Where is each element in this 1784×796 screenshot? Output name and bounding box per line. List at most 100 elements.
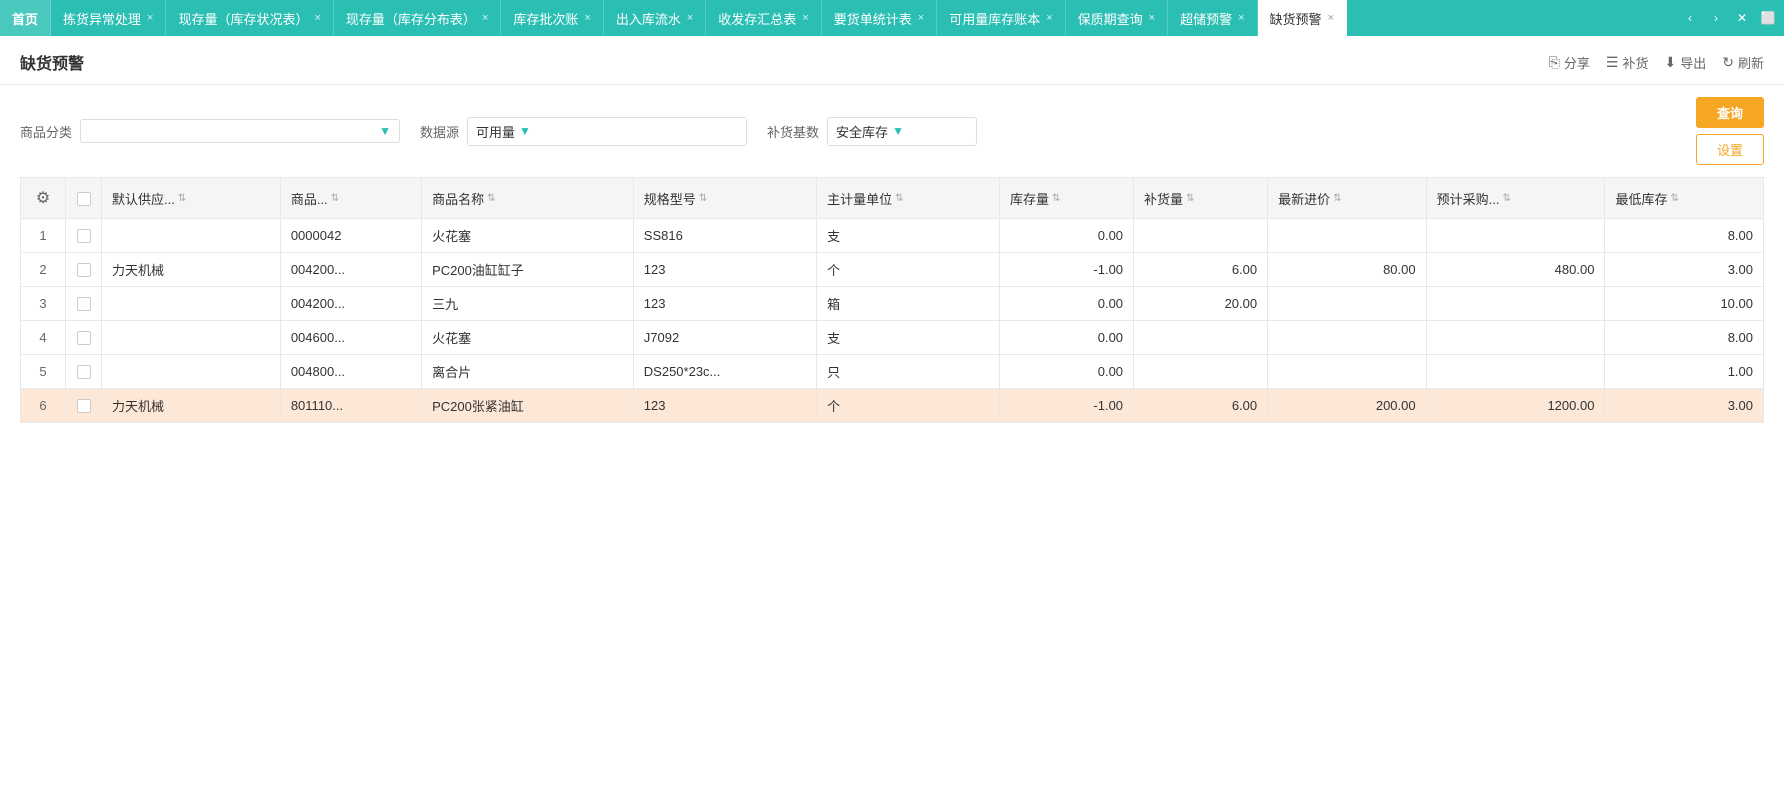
row-checkbox-4[interactable] (77, 365, 91, 379)
row-replenish-3 (1134, 321, 1268, 355)
tab-shortage-warning[interactable]: 缺货预警 × (1258, 0, 1347, 36)
tab-home[interactable]: 首页 (0, 0, 51, 36)
settings-button[interactable]: 设置 (1696, 134, 1764, 165)
page-title: 缺货预警 (20, 50, 84, 74)
col-product-code[interactable]: 商品... ⇅ (280, 178, 421, 219)
row-spec-2: 123 (633, 287, 816, 321)
col-latest-price[interactable]: 最新进价 ⇅ (1268, 178, 1426, 219)
col-stock[interactable]: 库存量 ⇅ (999, 178, 1133, 219)
row-replenish-0 (1134, 219, 1268, 253)
row-supplier-3 (102, 321, 281, 355)
replenish-base-chevron-down-icon: ▼ (892, 124, 904, 138)
table-header-row: ⚙ 默认供应... ⇅ 商品... ⇅ (21, 178, 1764, 219)
col-spec[interactable]: 规格型号 ⇅ (633, 178, 816, 219)
tab-inventory-status-close[interactable]: × (314, 12, 320, 24)
col-latest-price-label: 最新进价 (1278, 189, 1330, 208)
row-checkbox-5[interactable] (77, 399, 91, 413)
table-gear-icon[interactable]: ⚙ (31, 186, 55, 210)
tab-in-out-flow[interactable]: 出入库流水 × (604, 0, 706, 36)
table-row: 6 力天机械 801110... PC200张紧油缸 123 个 -1.00 6… (21, 389, 1764, 423)
tab-expiry-query[interactable]: 保质期查询 × (1066, 0, 1168, 36)
datasource-filter-label: 数据源 (420, 122, 459, 141)
datasource-select[interactable]: 可用量 ▼ (467, 117, 747, 146)
sort-replenish-icon: ⇅ (1186, 193, 1194, 204)
replenish-base-select[interactable]: 安全库存 ▼ (827, 117, 977, 146)
row-est-purchase-5: 1200.00 (1426, 389, 1605, 423)
datasource-filter-group: 数据源 可用量 ▼ (420, 117, 747, 146)
row-checkbox-2[interactable] (77, 297, 91, 311)
row-latest-price-5: 200.00 (1268, 389, 1426, 423)
tab-in-out-flow-close[interactable]: × (687, 12, 693, 24)
row-stock-3: 0.00 (999, 321, 1133, 355)
tab-inventory-dist[interactable]: 现存量（库存分布表） × (334, 0, 501, 36)
col-replenish[interactable]: 补货量 ⇅ (1134, 178, 1268, 219)
tab-expiry-query-close[interactable]: × (1149, 12, 1155, 24)
tab-shortage-warning-close[interactable]: × (1328, 12, 1334, 24)
table-row: 2 力天机械 004200... PC200油缸缸子 123 个 -1.00 6… (21, 253, 1764, 287)
tab-batch-account[interactable]: 库存批次账 × (501, 0, 603, 36)
tab-overstock-warning[interactable]: 超储预警 × (1168, 0, 1257, 36)
tab-inventory-status[interactable]: 现存量（库存状况表） × (166, 0, 333, 36)
col-est-purchase[interactable]: 预计采购... ⇅ (1426, 178, 1605, 219)
col-default-supplier[interactable]: 默认供应... ⇅ (102, 178, 281, 219)
tab-overstock-warning-close[interactable]: × (1238, 12, 1244, 24)
share-button[interactable]: ⎘ 分享 (1549, 53, 1590, 72)
col-spec-label: 规格型号 (644, 189, 696, 208)
row-checkbox-3[interactable] (77, 331, 91, 345)
tab-batch-account-close[interactable]: × (584, 12, 590, 24)
table-row: 1 0000042 火花塞 SS816 支 0.00 8.00 (21, 219, 1764, 253)
export-label: 导出 (1680, 53, 1706, 72)
col-unit[interactable]: 主计量单位 ⇅ (817, 178, 1000, 219)
tab-available-ledger[interactable]: 可用量库存账本 × (937, 0, 1065, 36)
replenish-button[interactable]: ☰ 补货 (1606, 53, 1649, 72)
tab-available-ledger-close[interactable]: × (1046, 12, 1052, 24)
refresh-button[interactable]: ↻ 刷新 (1722, 53, 1764, 72)
col-min-stock[interactable]: 最低库存 ⇅ (1605, 178, 1764, 219)
row-spec-0: SS816 (633, 219, 816, 253)
tab-order-stats[interactable]: 要货单统计表 × (822, 0, 937, 36)
row-product-code-2: 004200... (280, 287, 421, 321)
row-min-stock-2: 10.00 (1605, 287, 1764, 321)
sort-latest-price-icon: ⇅ (1333, 193, 1341, 204)
col-default-supplier-label: 默认供应... (112, 189, 175, 208)
tab-inventory-dist-close[interactable]: × (482, 12, 488, 24)
export-button[interactable]: ⬇ 导出 (1665, 53, 1707, 72)
category-select[interactable]: ▼ (80, 119, 400, 143)
tab-collect-summary-close[interactable]: × (802, 12, 808, 24)
row-supplier-1: 力天机械 (102, 253, 281, 287)
row-supplier-4 (102, 355, 281, 389)
datasource-chevron-down-icon: ▼ (519, 124, 531, 138)
row-supplier-0 (102, 219, 281, 253)
tab-restore-button[interactable]: ⬜ (1756, 6, 1780, 30)
tab-expiry-query-label: 保质期查询 (1078, 9, 1143, 28)
query-button[interactable]: 查询 (1696, 97, 1764, 128)
sort-min-stock-icon: ⇅ (1670, 193, 1678, 204)
tab-overstock-warning-label: 超储预警 (1180, 9, 1232, 28)
row-checkbox-1[interactable] (77, 263, 91, 277)
main-content: 缺货预警 ⎘ 分享 ☰ 补货 ⬇ 导出 ↻ 刷新 商品分类 (0, 36, 1784, 796)
sort-est-purchase-icon: ⇅ (1502, 193, 1510, 204)
tab-collect-summary[interactable]: 收发存汇总表 × (706, 0, 821, 36)
category-filter-group: 商品分类 ▼ (20, 119, 400, 143)
tab-abnormal-close[interactable]: × (147, 12, 153, 24)
row-stock-1: -1.00 (999, 253, 1133, 287)
sort-product-code-icon: ⇅ (331, 193, 339, 204)
col-product-code-label: 商品... (291, 189, 328, 208)
row-est-purchase-0 (1426, 219, 1605, 253)
row-unit-5: 个 (817, 389, 1000, 423)
row-est-purchase-3 (1426, 321, 1605, 355)
tab-order-stats-close[interactable]: × (918, 12, 924, 24)
tab-available-ledger-label: 可用量库存账本 (949, 9, 1040, 28)
table-row: 3 004200... 三九 123 箱 0.00 20.00 10.00 (21, 287, 1764, 321)
row-checkbox-0[interactable] (77, 229, 91, 243)
select-all-checkbox[interactable] (77, 192, 91, 206)
row-num-4: 5 (21, 355, 66, 389)
tab-close-all-button[interactable]: ✕ (1730, 6, 1754, 30)
row-stock-5: -1.00 (999, 389, 1133, 423)
tab-abnormal[interactable]: 拣货异常处理 × (51, 0, 166, 36)
export-icon: ⬇ (1665, 54, 1677, 71)
col-unit-label: 主计量单位 (827, 189, 892, 208)
tab-prev-button[interactable]: ‹ (1678, 6, 1702, 30)
col-product-name[interactable]: 商品名称 ⇅ (422, 178, 634, 219)
tab-next-button[interactable]: › (1704, 6, 1728, 30)
